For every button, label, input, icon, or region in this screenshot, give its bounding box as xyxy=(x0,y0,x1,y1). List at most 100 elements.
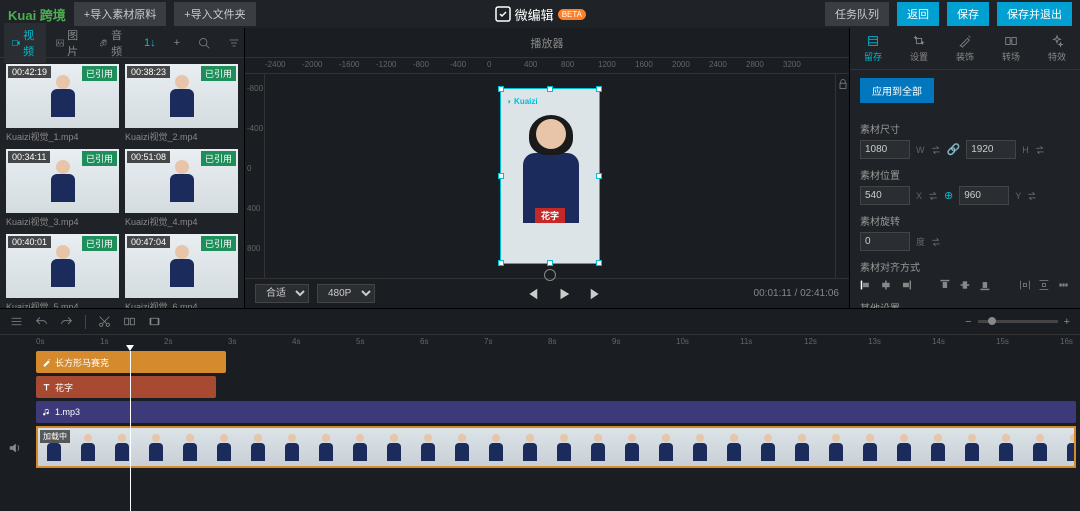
brand-icon xyxy=(495,6,511,22)
undo-icon[interactable] xyxy=(35,315,48,328)
video-frame[interactable]: ◗ Kuaizi 花字 xyxy=(500,88,600,264)
prop-tab-2[interactable]: 装饰 xyxy=(942,28,988,69)
watermark: ◗ Kuaizi xyxy=(507,97,538,106)
rotate-handle[interactable] xyxy=(544,269,556,281)
preview-sidebar xyxy=(835,74,849,278)
tab-audio[interactable]: 音频 xyxy=(92,23,134,63)
other-label: 其他设置 xyxy=(860,300,1070,308)
speaker-icon[interactable] xyxy=(8,441,22,458)
queue-button[interactable]: 任务队列 xyxy=(825,2,889,26)
align-right-icon[interactable] xyxy=(900,278,912,292)
swap-icon-4[interactable] xyxy=(1027,191,1037,201)
filter-button[interactable] xyxy=(220,33,248,53)
search-button[interactable] xyxy=(190,33,218,53)
handle-tr[interactable] xyxy=(596,86,602,92)
media-clip[interactable]: 00:40:01已引用Kuaizi视觉_5.mp4 xyxy=(6,234,119,308)
import-folder-button[interactable]: +导入文件夹 xyxy=(174,2,255,26)
handle-bl[interactable] xyxy=(498,260,504,266)
dist-v-icon[interactable] xyxy=(1038,278,1050,292)
align-left-icon[interactable] xyxy=(860,278,872,292)
zoom-in-button[interactable]: + xyxy=(1064,316,1070,328)
lock-icon[interactable] xyxy=(837,78,849,90)
y-input[interactable] xyxy=(959,186,1009,205)
used-badge: 已引用 xyxy=(201,236,236,251)
back-button[interactable]: 返回 xyxy=(897,2,939,26)
media-clip[interactable]: 00:51:08已引用Kuaizi视觉_4.mp4 xyxy=(125,149,238,228)
timeline: − + 0s1s2s3s4s5s6s7s8s9s10s11s12s13s14s1… xyxy=(0,308,1080,507)
save-button[interactable]: 保存 xyxy=(947,2,989,26)
handle-tl[interactable] xyxy=(498,86,504,92)
play-button[interactable] xyxy=(557,287,571,301)
fit-select[interactable]: 合适 xyxy=(255,284,309,303)
used-badge: 已引用 xyxy=(201,66,236,81)
playhead[interactable] xyxy=(130,351,131,511)
dist-h-icon[interactable] xyxy=(1019,278,1031,292)
cut-icon[interactable] xyxy=(98,315,111,328)
mask-segment[interactable]: 长方形马赛克 xyxy=(36,351,226,373)
ptab-icon xyxy=(1004,34,1018,48)
used-badge: 已引用 xyxy=(82,66,117,81)
brand: 微编辑BETA xyxy=(495,5,586,24)
timeline-ruler[interactable]: 0s1s2s3s4s5s6s7s8s9s10s11s12s13s14s15s16… xyxy=(0,335,1080,351)
tab-video[interactable]: 视频 xyxy=(4,23,46,63)
media-clip[interactable]: 00:38:23已引用Kuaizi视觉_2.mp4 xyxy=(125,64,238,143)
handle-ml[interactable] xyxy=(498,173,504,179)
audio-segment[interactable]: 1.mp3 xyxy=(36,401,1076,423)
center-icon[interactable]: ⊕ xyxy=(944,189,953,202)
music-icon xyxy=(42,408,51,417)
time-display: 00:01:11 / 02:41:06 xyxy=(754,288,839,299)
pos-label: 素材位置 xyxy=(860,167,1070,182)
image-icon xyxy=(56,37,64,49)
apply-all-button[interactable]: 应用到全部 xyxy=(860,78,934,103)
swap-icon-5[interactable] xyxy=(931,237,941,247)
tab-image[interactable]: 图片 xyxy=(48,23,90,63)
file-name: Kuaizi视觉_1.mp4 xyxy=(6,130,119,143)
ptab-icon xyxy=(912,34,926,48)
handle-tm[interactable] xyxy=(547,86,553,92)
align-vcenter-icon[interactable] xyxy=(959,278,971,292)
prop-tab-1[interactable]: 设置 xyxy=(896,28,942,69)
media-clip[interactable]: 00:47:04已引用Kuaizi视觉_6.mp4 xyxy=(125,234,238,308)
swap-icon-2[interactable] xyxy=(1035,145,1045,155)
align-hcenter-icon[interactable] xyxy=(880,278,892,292)
align-bottom-icon[interactable] xyxy=(979,278,991,292)
used-badge: 已引用 xyxy=(82,151,117,166)
media-clip[interactable]: 00:42:19已引用Kuaizi视觉_1.mp4 xyxy=(6,64,119,143)
prop-tab-4[interactable]: 特效 xyxy=(1034,28,1080,69)
sort-button[interactable]: 1↓ xyxy=(136,33,164,53)
height-input[interactable] xyxy=(966,140,1016,159)
link-icon[interactable]: 🔗 xyxy=(947,143,961,156)
topbar: Kuai 跨境 +导入素材原料 +导入文件夹 微编辑BETA 任务队列 返回 保… xyxy=(0,0,1080,28)
prev-button[interactable] xyxy=(525,287,539,301)
zoom-out-button[interactable]: − xyxy=(965,316,971,328)
swap-icon-3[interactable] xyxy=(928,191,938,201)
video-track[interactable]: 加载中 xyxy=(36,426,1080,468)
align-top-icon[interactable] xyxy=(939,278,951,292)
next-button[interactable] xyxy=(589,287,603,301)
prop-tab-3[interactable]: 转场 xyxy=(988,28,1034,69)
menu-icon[interactable] xyxy=(10,315,23,328)
redo-icon[interactable] xyxy=(60,315,73,328)
split-icon[interactable] xyxy=(123,315,136,328)
rotation-input[interactable] xyxy=(860,232,910,251)
swap-icon[interactable] xyxy=(931,145,941,155)
handle-mr[interactable] xyxy=(596,173,602,179)
dist-3-icon[interactable] xyxy=(1058,278,1070,292)
text-segment[interactable]: 花字 xyxy=(36,376,216,398)
width-input[interactable] xyxy=(860,140,910,159)
handle-br[interactable] xyxy=(596,260,602,266)
preview-title: 播放器 xyxy=(245,28,849,58)
duration-badge: 00:34:11 xyxy=(8,151,50,163)
canvas[interactable]: ◗ Kuaizi 花字 xyxy=(265,74,835,278)
resolution-select[interactable]: 480P xyxy=(317,284,375,303)
media-clip[interactable]: 00:34:11已引用Kuaizi视觉_3.mp4 xyxy=(6,149,119,228)
rot-label: 素材旋转 xyxy=(860,213,1070,228)
add-button[interactable]: + xyxy=(166,33,188,53)
x-input[interactable] xyxy=(860,186,910,205)
handle-bm[interactable] xyxy=(547,260,553,266)
save-exit-button[interactable]: 保存并退出 xyxy=(997,2,1072,26)
prop-tab-0[interactable]: 留存 xyxy=(850,28,896,69)
trim-icon[interactable] xyxy=(148,315,161,328)
zoom-slider[interactable] xyxy=(978,320,1058,323)
ptab-icon xyxy=(1050,34,1064,48)
